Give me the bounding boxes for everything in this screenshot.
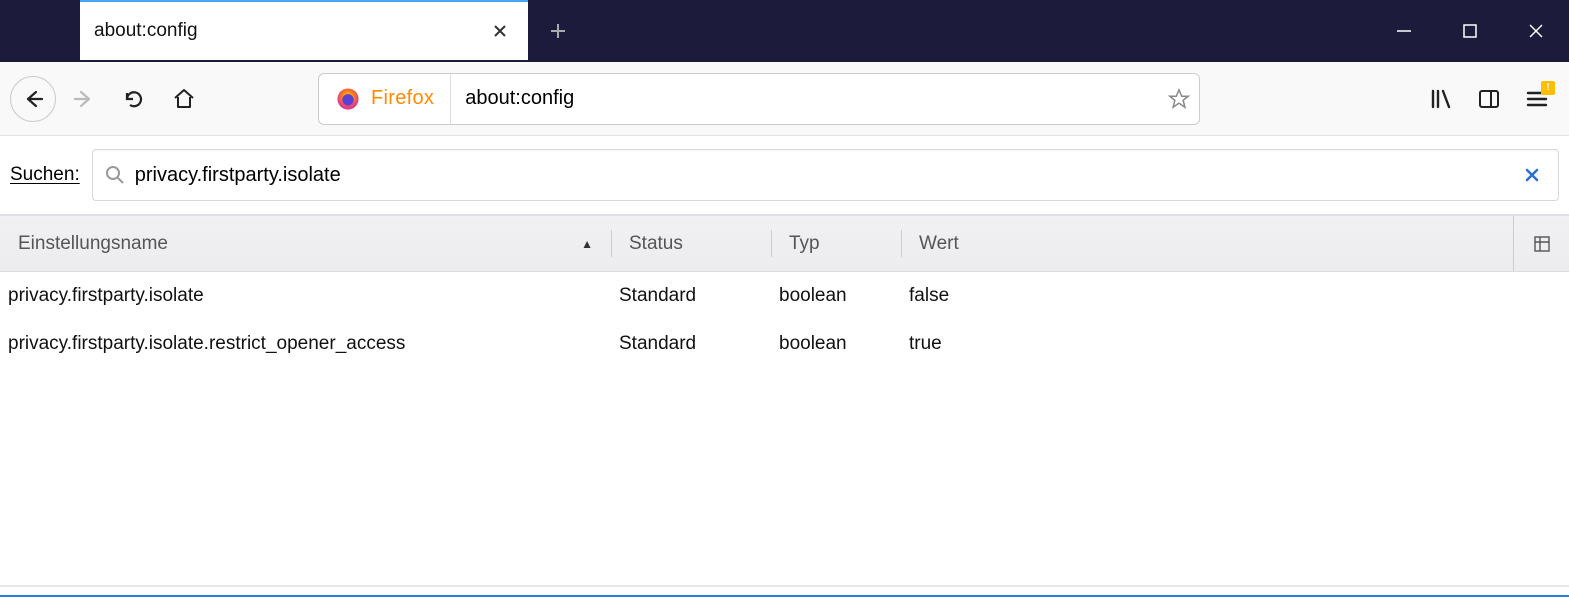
cell-type: boolean [771, 285, 901, 307]
library-button[interactable] [1419, 77, 1463, 121]
cell-name: privacy.firstparty.isolate.restrict_open… [0, 333, 611, 355]
table-row[interactable]: privacy.firstparty.isolateStandardboolea… [0, 272, 1569, 320]
column-header-type[interactable]: Typ [771, 216, 901, 271]
column-header-name[interactable]: Einstellungsname ▲ [0, 216, 611, 271]
column-header-label: Wert [919, 233, 959, 255]
config-search-row: Suchen: [0, 136, 1569, 214]
clear-search-button[interactable] [1518, 167, 1546, 183]
nav-toolbar: Firefox ! [0, 62, 1569, 136]
maximize-button[interactable] [1437, 0, 1503, 62]
back-button[interactable] [10, 76, 56, 122]
table-body: privacy.firstparty.isolateStandardboolea… [0, 272, 1569, 368]
notification-badge-icon: ! [1541, 81, 1555, 95]
column-header-label: Einstellungsname [18, 233, 168, 255]
arrow-left-icon [22, 88, 44, 110]
sidebar-button[interactable] [1467, 77, 1511, 121]
plus-icon [548, 21, 568, 41]
toolbar-right: ! [1419, 77, 1559, 121]
close-icon [1527, 22, 1545, 40]
close-tab-button[interactable] [486, 17, 514, 45]
url-bar[interactable]: Firefox [318, 73, 1200, 125]
arrow-right-icon [73, 88, 95, 110]
app-menu-button[interactable]: ! [1515, 77, 1559, 121]
search-label: Suchen: [10, 164, 80, 186]
library-icon [1429, 87, 1453, 111]
forward-button[interactable] [62, 77, 106, 121]
column-header-value[interactable]: Wert [901, 216, 1513, 271]
close-icon [492, 23, 508, 39]
maximize-icon [1462, 23, 1478, 39]
close-window-button[interactable] [1503, 0, 1569, 62]
prefs-table: Einstellungsname ▲ Status Typ Wert priva… [0, 214, 1569, 368]
home-icon [172, 87, 196, 111]
column-header-label: Typ [789, 233, 820, 255]
column-header-status[interactable]: Status [611, 216, 771, 271]
cell-type: boolean [771, 333, 901, 355]
cell-status: Standard [611, 285, 771, 307]
tab-spacer [0, 0, 80, 62]
cell-value: true [901, 333, 1569, 355]
minimize-icon [1395, 22, 1413, 40]
search-icon [105, 165, 125, 185]
column-header-label: Status [629, 233, 683, 255]
window-controls [1371, 0, 1569, 62]
new-tab-button[interactable] [528, 0, 588, 62]
divider [0, 585, 1569, 587]
identity-box[interactable]: Firefox [319, 74, 451, 124]
identity-label: Firefox [371, 87, 434, 110]
reload-button[interactable] [112, 77, 156, 121]
column-picker-button[interactable] [1513, 216, 1569, 271]
cell-value: false [901, 285, 1569, 307]
star-icon [1168, 88, 1190, 110]
close-icon [1524, 167, 1540, 183]
table-header: Einstellungsname ▲ Status Typ Wert [0, 216, 1569, 272]
titlebar: about:config [0, 0, 1569, 62]
url-input[interactable] [451, 74, 1159, 124]
minimize-button[interactable] [1371, 0, 1437, 62]
browser-tab[interactable]: about:config [80, 0, 528, 60]
sort-asc-icon: ▲ [581, 237, 593, 251]
sidebar-icon [1477, 87, 1501, 111]
config-search-box[interactable] [92, 149, 1559, 201]
home-button[interactable] [162, 77, 206, 121]
config-search-input[interactable] [135, 164, 1518, 187]
bookmark-button[interactable] [1159, 88, 1199, 110]
cell-status: Standard [611, 333, 771, 355]
tab-title: about:config [94, 20, 486, 42]
cell-name: privacy.firstparty.isolate [0, 285, 611, 307]
reload-icon [123, 88, 145, 110]
table-row[interactable]: privacy.firstparty.isolate.restrict_open… [0, 320, 1569, 368]
column-picker-icon [1533, 235, 1551, 253]
firefox-icon [335, 86, 361, 112]
